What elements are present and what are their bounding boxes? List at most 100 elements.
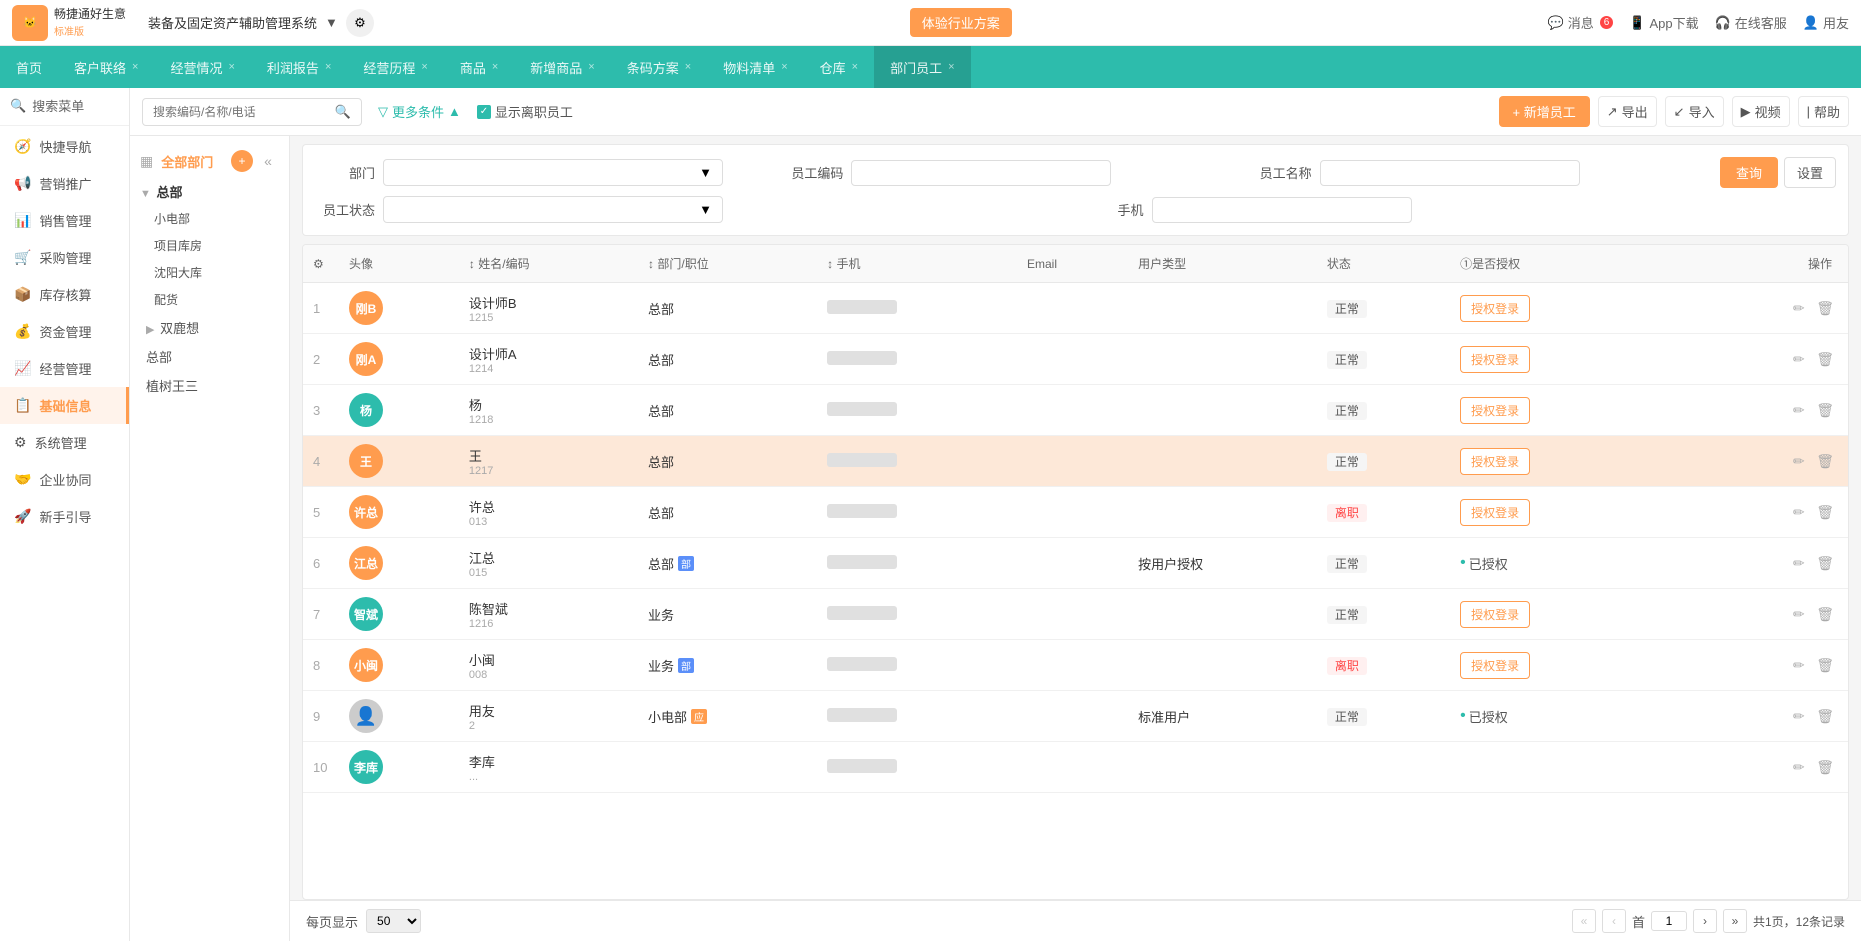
close-icon[interactable]: ×	[492, 61, 498, 73]
user-avatar[interactable]: 👤 用友	[1803, 13, 1849, 32]
dept-item-shenyang[interactable]: 沈阳大库	[130, 259, 289, 286]
sidebar-item-system[interactable]: ⚙ 系统管理	[0, 424, 129, 461]
dept-item-headquarters2[interactable]: 总部	[130, 342, 289, 371]
edit-button[interactable]: ✏	[1789, 349, 1809, 369]
edit-button[interactable]: ✏	[1789, 604, 1809, 624]
edit-button[interactable]: ✏	[1789, 400, 1809, 420]
view-button[interactable]: ▶ 视频	[1732, 96, 1790, 127]
edit-button[interactable]: ✏	[1789, 298, 1809, 318]
delete-button[interactable]: 🗑	[1812, 451, 1838, 471]
employee-auth[interactable]: 授权登录	[1450, 385, 1650, 436]
edit-button[interactable]: ✏	[1789, 757, 1809, 777]
delete-button[interactable]: 🗑	[1812, 553, 1838, 573]
tab-bom[interactable]: 物料清单×	[707, 46, 803, 88]
employee-auth[interactable]: 授权登录	[1450, 436, 1650, 487]
employee-auth[interactable]: 授权登录	[1450, 487, 1650, 538]
last-page-button[interactable]: »	[1723, 909, 1747, 933]
tab-goods[interactable]: 商品×	[444, 46, 514, 88]
close-icon[interactable]: ×	[228, 61, 234, 73]
add-employee-button[interactable]: + 新增员工	[1499, 96, 1590, 127]
tab-journey[interactable]: 经营历程×	[347, 46, 443, 88]
edit-button[interactable]: ✏	[1789, 655, 1809, 675]
col-phone[interactable]: ↕ 手机	[817, 245, 1017, 283]
close-icon[interactable]: ×	[421, 61, 427, 73]
delete-button[interactable]: 🗑	[1812, 757, 1838, 777]
close-icon[interactable]: ×	[132, 61, 138, 73]
col-name-code[interactable]: ↕ 姓名/编码	[459, 245, 638, 283]
first-page-button[interactable]: «	[1572, 909, 1596, 933]
dept-item-project[interactable]: 项目库房	[130, 232, 289, 259]
dept-item-zhishu[interactable]: 植树王三	[130, 371, 289, 400]
next-page-button[interactable]: ›	[1693, 909, 1717, 933]
edit-button[interactable]: ✏	[1789, 706, 1809, 726]
sidebar-search[interactable]: 🔍 搜索菜单	[0, 88, 129, 123]
trial-button[interactable]: 体验行业方案	[910, 8, 1012, 37]
close-icon[interactable]: ×	[325, 61, 331, 73]
settings-dropdown[interactable]: ▼	[325, 15, 338, 30]
edit-button[interactable]: ✏	[1789, 553, 1809, 573]
col-dept-position[interactable]: ↕ 部门/职位	[638, 245, 817, 283]
delete-button[interactable]: 🗑	[1812, 298, 1838, 318]
close-icon[interactable]: ×	[948, 61, 954, 73]
tab-operation[interactable]: 经营情况×	[154, 46, 250, 88]
close-icon[interactable]: ×	[852, 61, 858, 73]
tab-profit[interactable]: 利润报告×	[251, 46, 347, 88]
tab-dept-employee[interactable]: 部门员工×	[874, 46, 970, 88]
sidebar-item-guide[interactable]: 🚀 新手引导	[0, 498, 129, 535]
delete-button[interactable]: 🗑	[1812, 400, 1838, 420]
delete-button[interactable]: 🗑	[1812, 604, 1838, 624]
close-icon[interactable]: ×	[781, 61, 787, 73]
dept-item-shuanglu[interactable]: ▶ 双鹿想	[130, 313, 289, 342]
more-filter-button[interactable]: ▽ 更多条件 ▲	[370, 98, 469, 125]
close-icon[interactable]: ×	[685, 61, 691, 73]
checkbox-icon[interactable]: ✓	[477, 105, 491, 119]
search-box[interactable]: 🔍	[142, 98, 362, 126]
delete-button[interactable]: 🗑	[1812, 655, 1838, 675]
show-resigned-toggle[interactable]: ✓ 显示离职员工	[477, 102, 573, 121]
phone-input[interactable]	[1152, 197, 1412, 223]
emp-name-input[interactable]	[1320, 160, 1580, 186]
app-download-button[interactable]: 📱 App下载	[1629, 13, 1698, 32]
employee-auth[interactable]: 授权登录	[1450, 334, 1650, 385]
col-settings[interactable]: ⚙	[303, 245, 339, 283]
employee-auth[interactable]: 授权登录	[1450, 283, 1650, 334]
sidebar-item-inventory[interactable]: 📦 库存核算	[0, 276, 129, 313]
tab-warehouse[interactable]: 仓库×	[804, 46, 874, 88]
auth-login-button[interactable]: 授权登录	[1460, 295, 1530, 322]
employee-auth[interactable]	[1450, 742, 1650, 793]
filter-reset-button[interactable]: 设置	[1784, 157, 1836, 188]
sidebar-item-shortcut[interactable]: 🧭 快捷导航	[0, 128, 129, 165]
employee-auth[interactable]: 授权登录	[1450, 640, 1650, 691]
sidebar-item-sales[interactable]: 📊 销售管理	[0, 202, 129, 239]
tab-add-goods[interactable]: 新增商品×	[514, 46, 610, 88]
auth-login-button[interactable]: 授权登录	[1460, 397, 1530, 424]
auth-login-button[interactable]: 授权登录	[1460, 652, 1530, 679]
edit-button[interactable]: ✏	[1789, 502, 1809, 522]
auth-login-button[interactable]: 授权登录	[1460, 601, 1530, 628]
dept-item-distribution[interactable]: 配货	[130, 286, 289, 313]
tab-home[interactable]: 首页	[0, 46, 58, 88]
message-button[interactable]: 💬 消息 6	[1548, 13, 1614, 32]
sidebar-item-basic-info[interactable]: 📋 基础信息	[0, 387, 129, 424]
export-button[interactable]: ↗ 导出	[1598, 96, 1657, 127]
sidebar-item-collab[interactable]: 🤝 企业协同	[0, 461, 129, 498]
employee-auth[interactable]: 授权登录	[1450, 589, 1650, 640]
add-dept-button[interactable]: +	[231, 150, 253, 172]
prev-page-button[interactable]: ‹	[1602, 909, 1626, 933]
sidebar-item-finance[interactable]: 💰 资金管理	[0, 313, 129, 350]
search-confirm-button[interactable]: 查询	[1720, 157, 1778, 188]
close-icon[interactable]: ×	[588, 61, 594, 73]
tab-customer[interactable]: 客户联络×	[58, 46, 154, 88]
search-input[interactable]	[153, 105, 329, 119]
page-size-select[interactable]: 50 20 100	[366, 909, 421, 933]
auth-login-button[interactable]: 授权登录	[1460, 346, 1530, 373]
help-button[interactable]: | 帮助	[1798, 96, 1849, 127]
online-service-button[interactable]: 🎧 在线客服	[1715, 13, 1787, 32]
dept-item-small-elec[interactable]: 小电部	[130, 205, 289, 232]
delete-button[interactable]: 🗑	[1812, 502, 1838, 522]
delete-button[interactable]: 🗑	[1812, 349, 1838, 369]
status-filter-select[interactable]: ▼	[383, 196, 723, 223]
sidebar-item-marketing[interactable]: 📢 营销推广	[0, 165, 129, 202]
collapse-tree-button[interactable]: «	[257, 150, 279, 172]
page-number-input[interactable]	[1651, 911, 1687, 931]
